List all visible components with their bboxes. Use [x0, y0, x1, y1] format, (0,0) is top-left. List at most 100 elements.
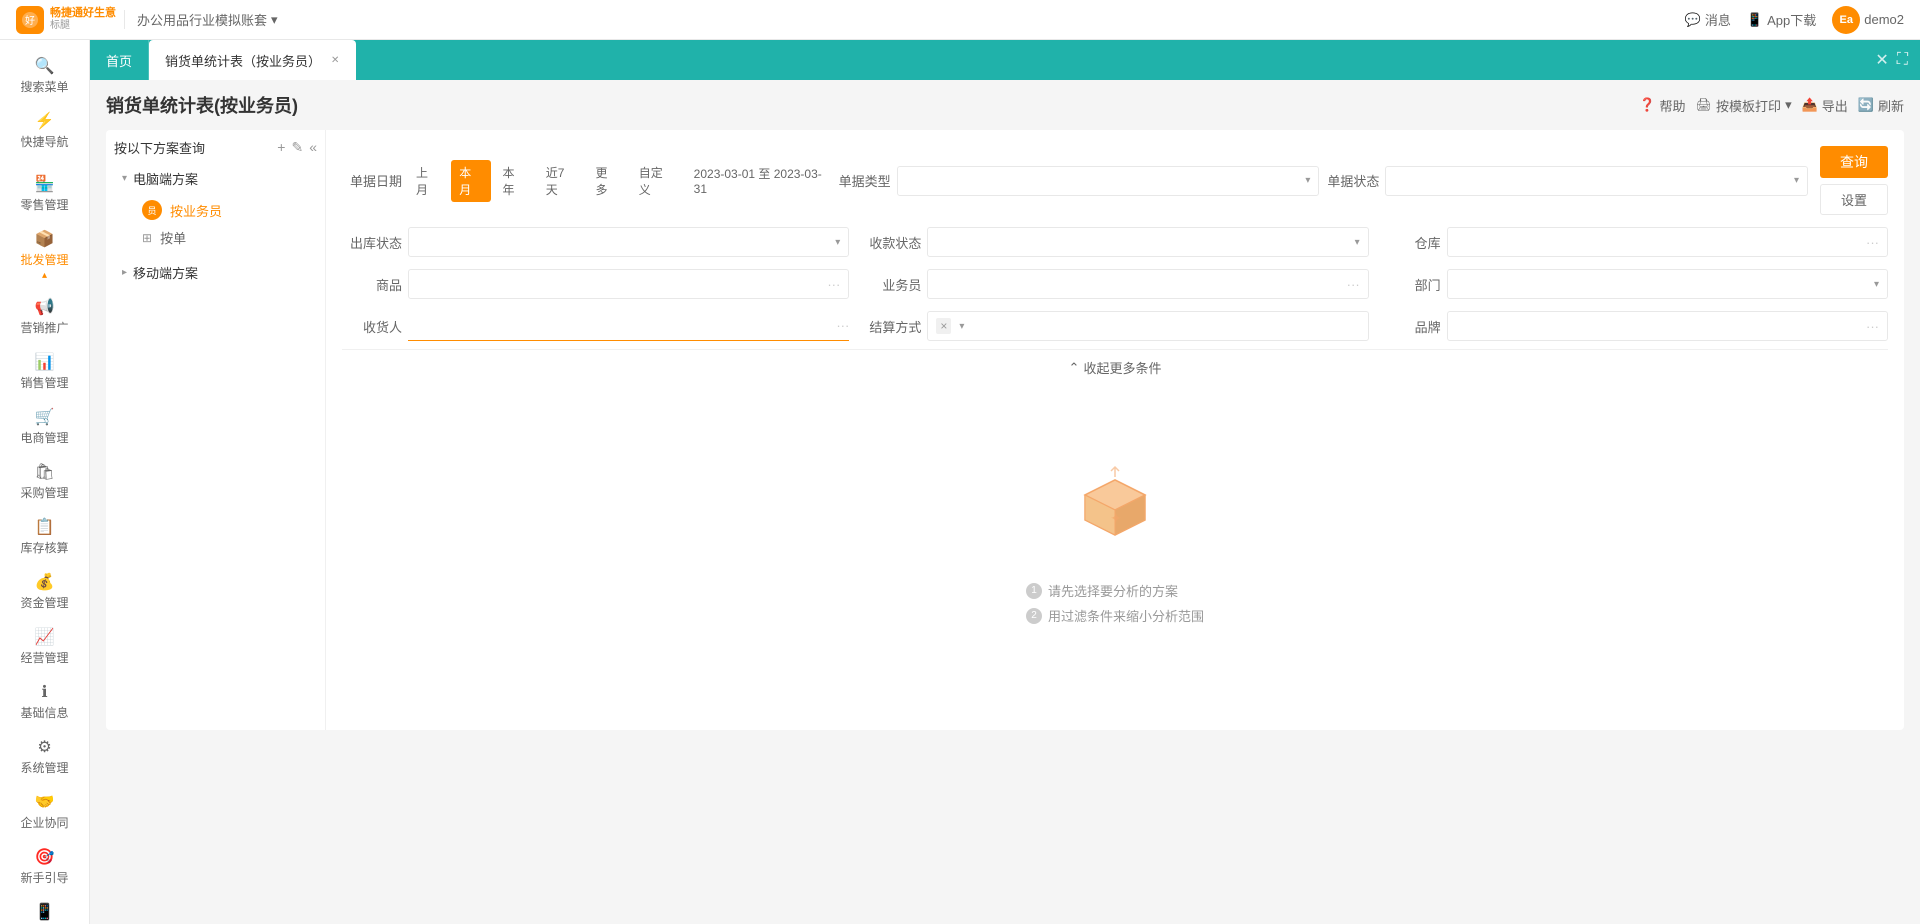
- avatar: Ea: [1832, 6, 1860, 34]
- sidebar-label-ecommerce: 电商管理: [20, 429, 68, 446]
- delivery-select[interactable]: ▾: [408, 227, 849, 257]
- tab-close-action[interactable]: ✕: [1875, 50, 1888, 70]
- sidebar-item-system[interactable]: ⚙ 系统管理: [0, 729, 89, 784]
- sidebar-item-purchase[interactable]: 🛍 采购管理: [0, 454, 89, 509]
- sidebar-item-quicknav[interactable]: ⚡ 快捷导航: [0, 103, 89, 158]
- tab-actions: ✕ ⛶: [1875, 50, 1920, 70]
- department-select[interactable]: ▾: [1447, 269, 1888, 299]
- tree-plan-order[interactable]: ⊞ 按单: [114, 224, 317, 251]
- add-plan-btn[interactable]: +: [277, 139, 285, 156]
- filter-row-3: 商品 ··· 业务员: [342, 269, 1888, 299]
- tab-active[interactable]: 销货单统计表（按业务员） ✕: [149, 40, 356, 80]
- sidebar-item-inventory[interactable]: 📋 库存核算: [0, 509, 89, 564]
- date-tab-custom[interactable]: 自定义: [631, 160, 682, 202]
- filter-row-2: 出库状态 ▾ 收款状态: [342, 227, 1888, 257]
- logo-text: 畅捷通好生意: [50, 7, 116, 20]
- date-tab-thisyear[interactable]: 本年: [495, 160, 534, 202]
- enterprise-icon: 🤝: [35, 792, 55, 812]
- left-panel: 按以下方案查询 + ✎ « ▾ 电脑端方案: [106, 130, 326, 730]
- brand-dots: ···: [1866, 319, 1879, 334]
- user-name: demo2: [1864, 12, 1904, 27]
- tab-close-btn[interactable]: ✕: [331, 55, 339, 66]
- tree-pc-section: ▾ 电脑端方案 员 按业务员 ⊞ 按单: [114, 165, 317, 251]
- goods-input[interactable]: ···: [408, 269, 849, 299]
- date-tab-lastmonth[interactable]: 上月: [408, 160, 447, 202]
- payment-status-label: 收款状态: [861, 233, 921, 252]
- sidebar-item-search[interactable]: 🔍 搜索菜单: [0, 48, 89, 103]
- page-inner: 销货单统计表(按业务员) ❓ 帮助 🖨 按模板打印 ▾ 📤: [90, 80, 1920, 742]
- sidebar-item-wholesale[interactable]: 📦 批发管理 ▴: [0, 221, 89, 289]
- sidebar-label-sales: 销售管理: [20, 374, 68, 391]
- sidebar-label-wholesale: 批发管理: [20, 251, 68, 268]
- app-download-btn[interactable]: 📱 App下载: [1747, 10, 1816, 29]
- message-btn[interactable]: 💬 消息: [1685, 10, 1731, 29]
- delivery-label: 出库状态: [342, 233, 402, 252]
- payment-status-select[interactable]: ▾: [927, 227, 1368, 257]
- empty-tips: 1 请先选择要分析的方案 2 用过滤条件来缩小分析范围: [1026, 581, 1204, 631]
- system-icon: ⚙: [37, 737, 51, 757]
- query-btn[interactable]: 查询: [1820, 146, 1888, 178]
- tree-mobile-section: ▸ 移动端方案: [114, 259, 317, 286]
- refresh-label: 刷新: [1878, 96, 1904, 115]
- action-buttons: 查询 设置: [1820, 146, 1888, 215]
- ecommerce-icon: 🛒: [35, 407, 55, 427]
- brand-input[interactable]: ···: [1447, 311, 1888, 341]
- sidebar-item-retail[interactable]: 🏪 零售管理: [0, 166, 89, 221]
- collapse-panel-btn[interactable]: «: [309, 139, 317, 156]
- payment-method-clear[interactable]: ×: [940, 319, 947, 333]
- tree-plan-salesperson[interactable]: 员 按业务员: [114, 196, 317, 224]
- warehouse-input[interactable]: ···: [1447, 227, 1888, 257]
- sidebar-item-finance[interactable]: 💰 资金管理: [0, 564, 89, 619]
- tree-pc-text: 电脑端方案: [133, 169, 198, 188]
- content-area: 首页 销货单统计表（按业务员） ✕ ✕ ⛶ 销货单统计表(按业务员) ❓: [90, 40, 1920, 924]
- payment-method-select[interactable]: × ▾: [927, 311, 1368, 341]
- page-header: 销货单统计表(按业务员) ❓ 帮助 🖨 按模板打印 ▾ 📤: [106, 92, 1904, 118]
- wholesale-arrow: ▴: [42, 270, 47, 281]
- message-icon: 💬: [1685, 12, 1701, 28]
- sidebar-item-ecommerce[interactable]: 🛒 电商管理: [0, 399, 89, 454]
- status-select[interactable]: ▾: [1385, 166, 1808, 196]
- app-download-label: App下载: [1767, 10, 1816, 29]
- type-arrow: ▾: [1305, 175, 1310, 186]
- brand-label: 品牌: [1381, 317, 1441, 336]
- date-tab-thismonth[interactable]: 本月: [451, 160, 490, 202]
- app-selector[interactable]: 办公用品行业模拟账套 ▾: [124, 10, 278, 29]
- sidebar-item-marketing[interactable]: 📢 营销推广: [0, 289, 89, 344]
- collapse-btn[interactable]: ⌃ 收起更多条件: [1069, 358, 1162, 377]
- sidebar-item-enterprise[interactable]: 🤝 企业协同: [0, 784, 89, 839]
- help-label: 帮助: [1660, 96, 1686, 115]
- collapse-icon: ⌃: [1069, 360, 1080, 376]
- print-btn[interactable]: 🖨 按模板打印 ▾: [1696, 96, 1792, 115]
- salesperson-input[interactable]: ···: [927, 269, 1368, 299]
- type-select[interactable]: ▾: [897, 166, 1320, 196]
- print-label: 按模板打印: [1716, 96, 1781, 115]
- status-arrow: ▾: [1794, 175, 1799, 186]
- logo-area: 好 畅捷通好生意 标腿: [16, 6, 116, 34]
- date-tab-more[interactable]: 更多: [588, 160, 627, 202]
- quicknav-icon: ⚡: [35, 111, 55, 131]
- page-content: 销货单统计表(按业务员) ❓ 帮助 🖨 按模板打印 ▾ 📤: [90, 80, 1920, 924]
- tab-expand-action[interactable]: ⛶: [1897, 51, 1908, 69]
- payment-status-arrow: ▾: [1355, 237, 1360, 248]
- sidebar-item-basic[interactable]: ℹ 基础信息: [0, 674, 89, 729]
- help-btn[interactable]: ❓ 帮助: [1639, 96, 1685, 115]
- sidebar-item-operation[interactable]: 📈 经营管理: [0, 619, 89, 674]
- filter-payment-status: 收款状态 ▾: [861, 227, 1368, 257]
- sidebar-item-sales[interactable]: 📊 销售管理: [0, 344, 89, 399]
- tab-home[interactable]: 首页: [90, 40, 149, 80]
- sidebar-item-appcenter[interactable]: 📱 应用中心: [0, 894, 89, 924]
- refresh-btn[interactable]: 🔄 刷新: [1858, 96, 1904, 115]
- sidebar-item-guide[interactable]: 🎯 新手引导: [0, 839, 89, 894]
- empty-tip-1: 1 请先选择要分析的方案: [1026, 581, 1204, 600]
- edit-plan-btn[interactable]: ✎: [291, 139, 303, 156]
- date-tab-7days[interactable]: 近7天: [538, 160, 584, 202]
- filter-status: 单据状态 ▾: [1319, 166, 1808, 196]
- filter-department: 部门 ▾: [1381, 269, 1888, 299]
- export-label: 导出: [1822, 96, 1848, 115]
- setting-btn[interactable]: 设置: [1820, 184, 1888, 215]
- user-area[interactable]: Ea demo2: [1832, 6, 1904, 34]
- receiver-input[interactable]: ···: [408, 311, 849, 341]
- export-btn[interactable]: 📤 导出: [1802, 96, 1848, 115]
- sidebar-label-operation: 经营管理: [20, 649, 68, 666]
- sidebar-label-search: 搜索菜单: [20, 78, 68, 95]
